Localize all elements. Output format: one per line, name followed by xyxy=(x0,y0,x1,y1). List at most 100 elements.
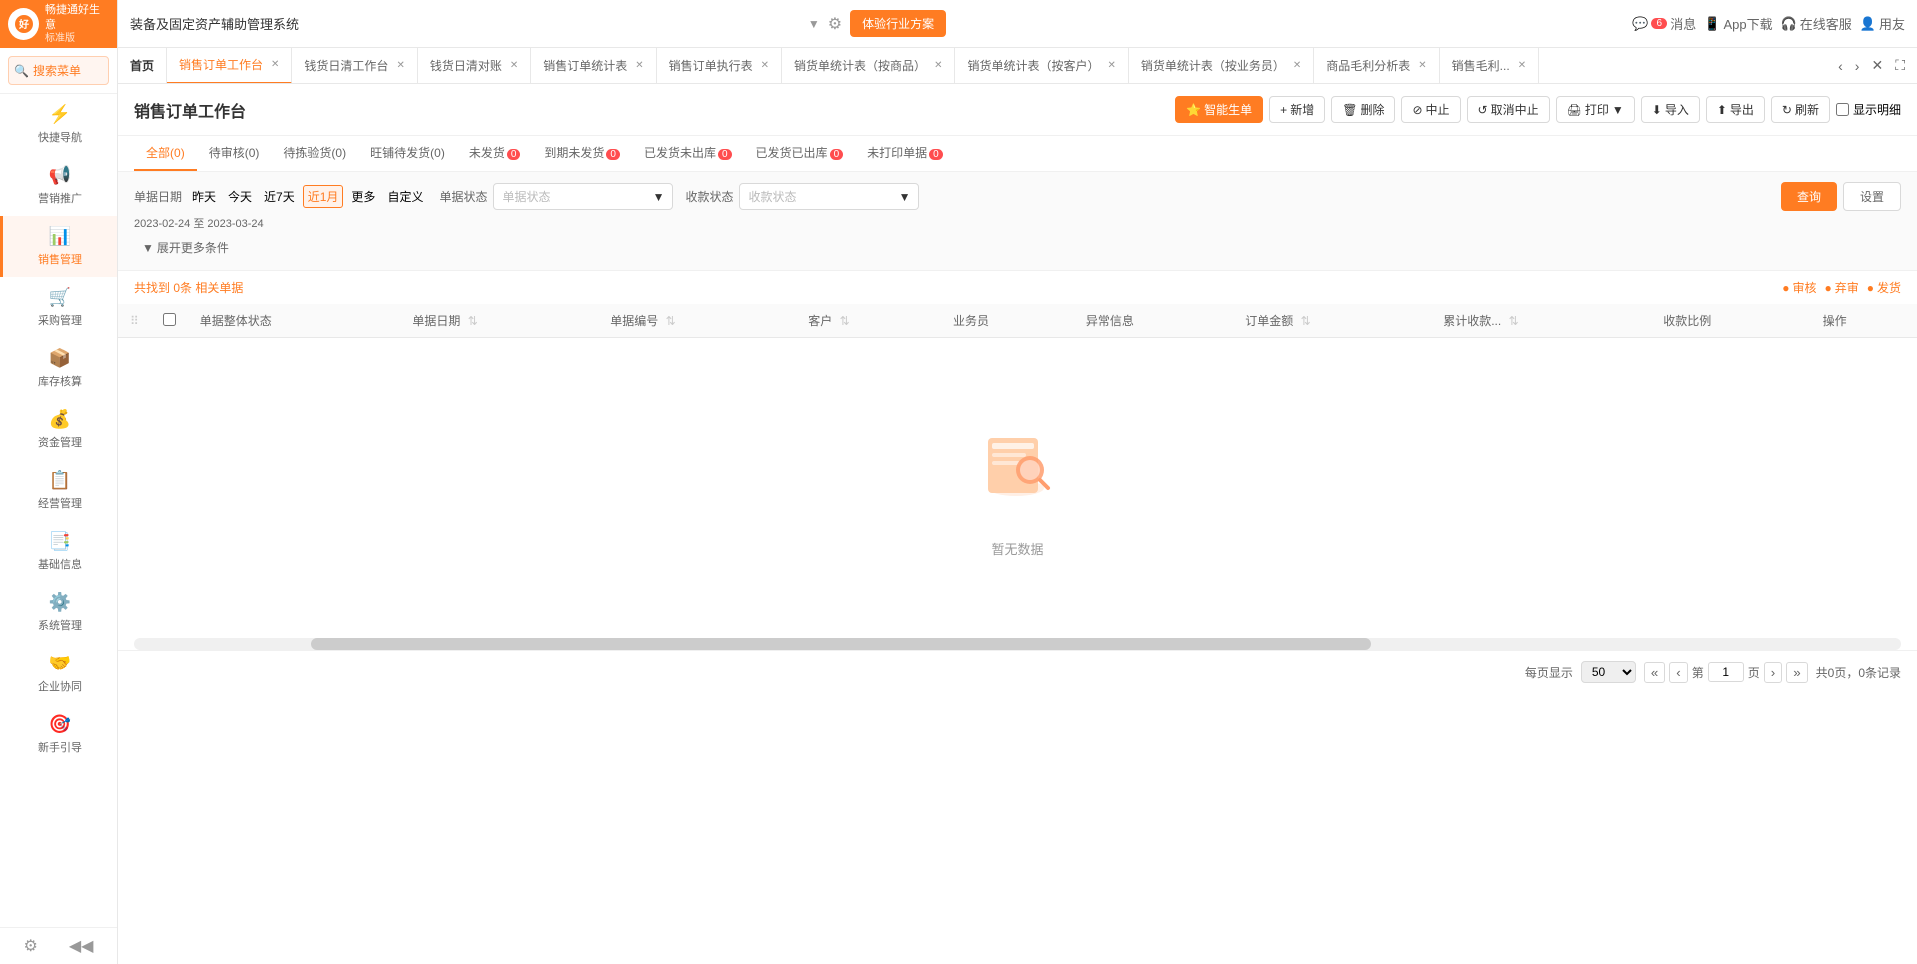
sidebar-item-quick-nav[interactable]: ⚡ 快捷导航 xyxy=(0,94,117,155)
tab-cash-daily[interactable]: 钱货日清工作台 ✕ xyxy=(292,48,417,84)
filter-tab-not-shipped[interactable]: 未发货0 xyxy=(457,136,533,171)
tab-maximize-icon[interactable]: ⛶ xyxy=(1891,55,1909,76)
tab-home[interactable]: 首页 xyxy=(118,48,167,84)
tab-sales-order-workbench[interactable]: 销售订单工作台 ✕ xyxy=(167,48,292,84)
tab-sales-order-exec[interactable]: 销售订单执行表 ✕ xyxy=(657,48,782,84)
review-action[interactable]: ● 审核 xyxy=(1782,279,1816,296)
industry-solution-button[interactable]: 体验行业方案 xyxy=(850,10,946,37)
result-count: 共找到 0条 相关单据 xyxy=(134,279,243,296)
filter-tab-pending-inspect[interactable]: 待拣验货(0) xyxy=(271,136,358,171)
sidebar-item-marketing[interactable]: 📢 营销推广 xyxy=(0,155,117,216)
page-next-button[interactable]: › xyxy=(1764,662,1782,683)
sidebar: 好 畅捷通好生意 标准版 🔍 搜索菜单 ⚡ 快捷导航 📢 营销推广 📊 销售管理… xyxy=(0,0,118,964)
page-size-select[interactable]: 20 50 100 xyxy=(1581,661,1636,683)
abandon-review-action[interactable]: ● 弃审 xyxy=(1824,279,1858,296)
page-last-button[interactable]: » xyxy=(1786,662,1807,683)
date-option-today[interactable]: 今天 xyxy=(224,186,256,207)
sidebar-item-inventory[interactable]: 📦 库存核算 xyxy=(0,338,117,399)
message-button[interactable]: 💬 6 消息 xyxy=(1632,14,1696,33)
col-customer[interactable]: 客户 ⇅ xyxy=(796,304,941,338)
payment-select[interactable]: 收款状态 ▼ xyxy=(739,183,919,210)
tab-product-margin[interactable]: 商品毛利分析表 ✕ xyxy=(1314,48,1439,84)
tab-sales-order-stats[interactable]: 销售订单统计表 ✕ xyxy=(531,48,656,84)
ship-action[interactable]: ● 发货 xyxy=(1867,279,1901,296)
select-all-checkbox[interactable] xyxy=(163,313,176,326)
filter-tab-expired-unshipped[interactable]: 到期未发货0 xyxy=(532,136,632,171)
filter-tab-shipped-not-stored[interactable]: 已发货未出库0 xyxy=(632,136,744,171)
date-option-more[interactable]: 更多 xyxy=(347,186,379,207)
import-button[interactable]: ⬇ 导入 xyxy=(1641,96,1700,123)
print-button[interactable]: 🖨 打印 ▼ xyxy=(1556,96,1635,123)
status-select[interactable]: 单据状态 ▼ xyxy=(493,183,673,210)
filter-tab-pending-review[interactable]: 待审核(0) xyxy=(197,136,272,171)
horizontal-scrollbar[interactable] xyxy=(134,638,1901,650)
smart-create-button[interactable]: ⭐ 智能生单 xyxy=(1175,96,1263,123)
filter-tab-all[interactable]: 全部(0) xyxy=(134,136,197,171)
delete-button[interactable]: 🗑 删除 xyxy=(1331,96,1395,123)
col-date[interactable]: 单据日期 ⇅ xyxy=(400,304,598,338)
settings-icon[interactable]: ⚙ xyxy=(24,936,38,956)
query-button[interactable]: 查询 xyxy=(1781,182,1837,211)
show-detail-input[interactable] xyxy=(1836,103,1849,116)
sidebar-item-enterprise[interactable]: 🤝 企业协同 xyxy=(0,643,117,704)
online-service-button[interactable]: 🎧 在线客服 xyxy=(1781,14,1852,33)
date-option-yesterday[interactable]: 昨天 xyxy=(188,186,220,207)
sidebar-item-sales[interactable]: 📊 销售管理 xyxy=(0,216,117,277)
tab-close-icon[interactable]: ✕ xyxy=(1293,60,1301,71)
add-button[interactable]: + 新增 xyxy=(1269,96,1325,123)
sidebar-item-basic-info[interactable]: 📑 基础信息 xyxy=(0,521,117,582)
sidebar-bottom: ⚙ ◀◀ xyxy=(0,927,117,964)
tab-close-icon[interactable]: ✕ xyxy=(396,60,404,71)
data-table: ⠿ 单据整体状态 单据日期 ⇅ xyxy=(118,304,1917,338)
filter-tab-wangpu[interactable]: 旺铺待发货(0) xyxy=(358,136,457,171)
sidebar-item-finance[interactable]: 💰 资金管理 xyxy=(0,399,117,460)
tab-scroll-left-icon[interactable]: ‹ xyxy=(1834,56,1847,76)
tab-sales-stats-product[interactable]: 销货单统计表（按商品） ✕ xyxy=(782,48,955,84)
show-detail-checkbox[interactable]: 显示明细 xyxy=(1836,101,1901,118)
expand-conditions-button[interactable]: ▼ 展开更多条件 xyxy=(134,235,1901,260)
app-download-button[interactable]: 📱 App下载 xyxy=(1704,14,1772,33)
svg-text:好: 好 xyxy=(18,18,29,31)
refresh-button[interactable]: ↻ 刷新 xyxy=(1771,96,1830,123)
col-amount[interactable]: 订单金额 ⇅ xyxy=(1233,304,1431,338)
tab-close-icon[interactable]: ✕ xyxy=(510,60,518,71)
tab-sales-stats-customer[interactable]: 销货单统计表（按客户） ✕ xyxy=(955,48,1128,84)
tab-close-icon[interactable]: ✕ xyxy=(934,60,942,71)
page-first-button[interactable]: « xyxy=(1644,662,1665,683)
settings-gear-icon[interactable]: ⚙ xyxy=(828,14,842,34)
tab-close-icon[interactable]: ✕ xyxy=(271,59,279,70)
sidebar-item-guide[interactable]: 🎯 新手引导 xyxy=(0,704,117,765)
date-option-7days[interactable]: 近7天 xyxy=(260,186,299,207)
tab-scroll-right-icon[interactable]: › xyxy=(1851,56,1864,76)
set-button[interactable]: 设置 xyxy=(1843,182,1901,211)
tab-close-icon[interactable]: ✕ xyxy=(1418,60,1426,71)
export-button[interactable]: ⬆ 导出 xyxy=(1706,96,1765,123)
col-number[interactable]: 单据编号 ⇅ xyxy=(598,304,796,338)
filter-tab-shipped-stored[interactable]: 已发货已出库0 xyxy=(744,136,856,171)
tab-close-icon[interactable]: ✕ xyxy=(761,60,769,71)
tab-cash-reconcile[interactable]: 钱货日清对账 ✕ xyxy=(418,48,531,84)
date-option-1month[interactable]: 近1月 xyxy=(303,185,344,208)
scrollbar-thumb[interactable] xyxy=(311,638,1371,650)
tab-close-all-icon[interactable]: ✕ xyxy=(1867,55,1887,76)
payment-label: 收款状态 xyxy=(685,188,733,205)
page-number-input[interactable] xyxy=(1708,662,1744,682)
expand-arrow-icon[interactable]: ▼ xyxy=(808,17,820,31)
col-received[interactable]: 累计收款... ⇅ xyxy=(1431,304,1651,338)
tab-sales-stats-staff[interactable]: 销货单统计表（按业务员） ✕ xyxy=(1129,48,1314,84)
cancel-stop-button[interactable]: ↺ 取消中止 xyxy=(1467,96,1550,123)
filter-tab-unprinted[interactable]: 未打印单据0 xyxy=(855,136,955,171)
tab-close-icon[interactable]: ✕ xyxy=(635,60,643,71)
user-menu-button[interactable]: 👤 用友 xyxy=(1860,14,1905,33)
stop-button[interactable]: ⊘ 中止 xyxy=(1401,96,1460,123)
tab-close-icon[interactable]: ✕ xyxy=(1518,60,1526,71)
tab-close-icon[interactable]: ✕ xyxy=(1107,60,1115,71)
sidebar-search-button[interactable]: 🔍 搜索菜单 xyxy=(8,56,109,85)
sidebar-item-operation[interactable]: 📋 经营管理 xyxy=(0,460,117,521)
collapse-icon[interactable]: ◀◀ xyxy=(69,936,94,956)
page-prev-button[interactable]: ‹ xyxy=(1669,662,1687,683)
date-option-custom[interactable]: 自定义 xyxy=(383,186,427,207)
sidebar-item-purchase[interactable]: 🛒 采购管理 xyxy=(0,277,117,338)
sidebar-item-system[interactable]: ⚙️ 系统管理 xyxy=(0,582,117,643)
tab-sales-gross[interactable]: 销售毛利... ✕ xyxy=(1440,48,1539,84)
